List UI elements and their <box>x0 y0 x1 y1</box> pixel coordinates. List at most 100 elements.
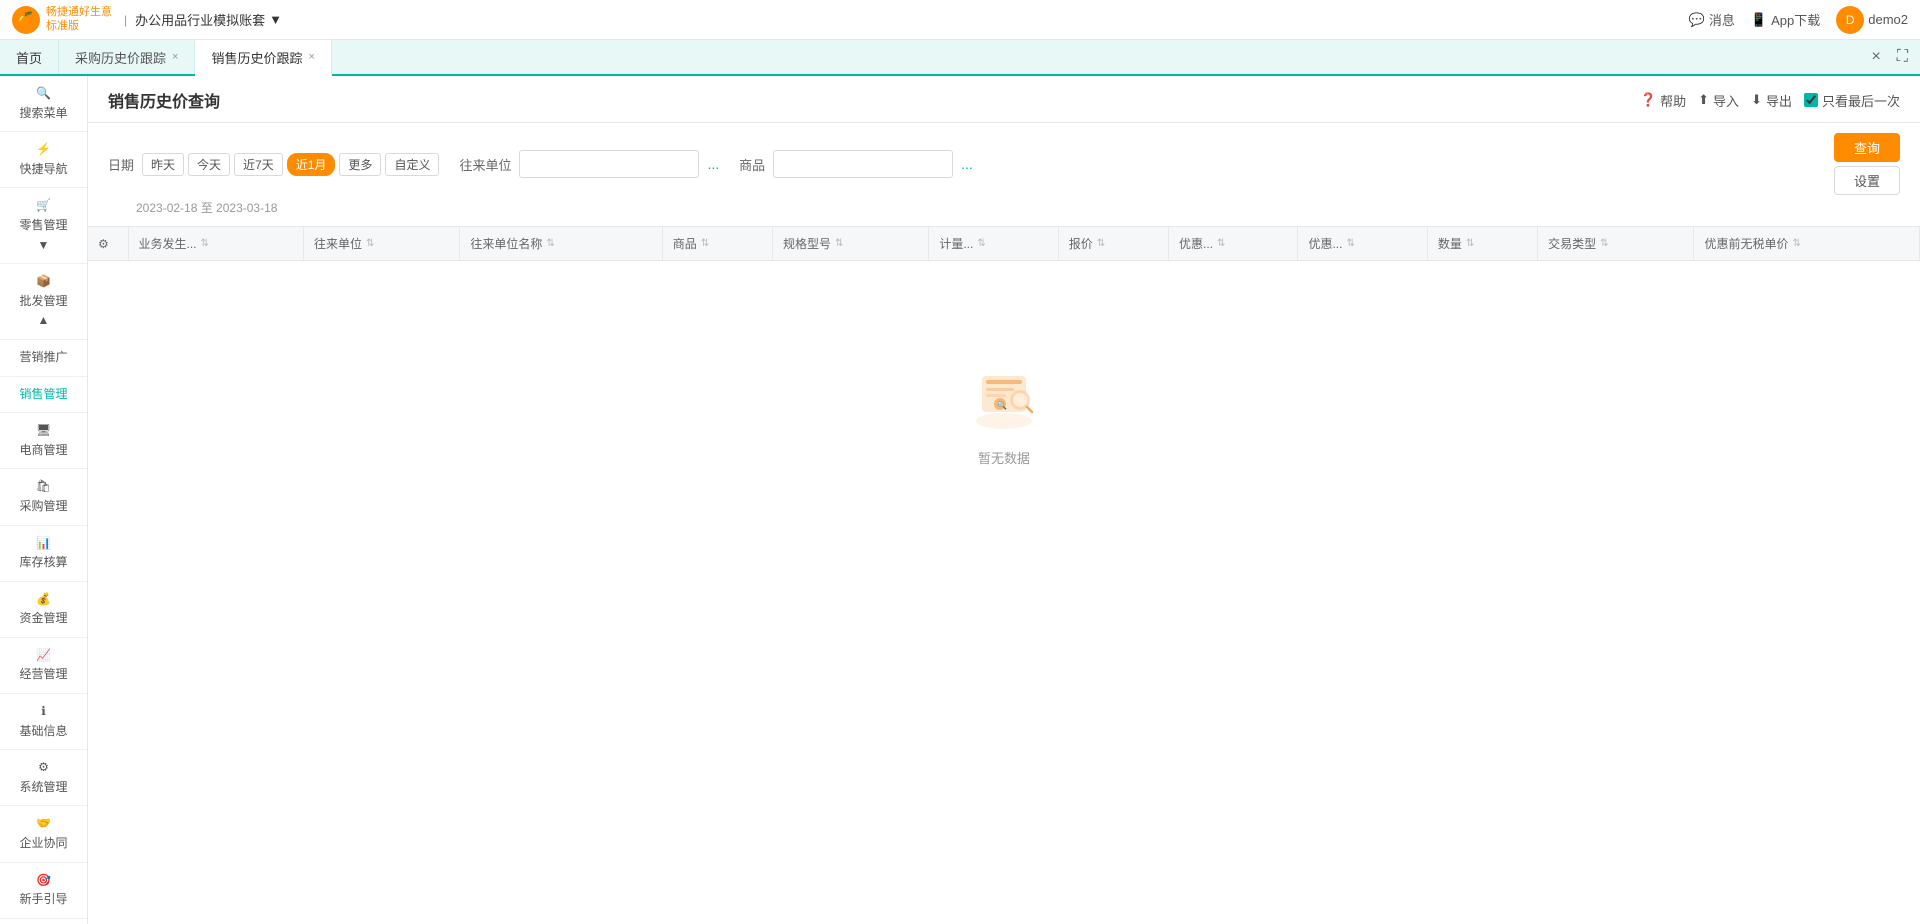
sidebar-item-operations-mgmt[interactable]: 📈 经营管理 <box>0 638 87 694</box>
breadcrumb-dropdown-icon: ▼ <box>269 12 282 27</box>
col-pretax-price-label: 优惠前无税单价 <box>1704 235 1788 252</box>
sidebar-item-retail-mgmt[interactable]: 🛒 零售管理 ▼ <box>0 188 87 264</box>
sidebar-new-guide-label: 新手引导 <box>19 892 67 908</box>
col-trade-type-label: 交易类型 <box>1548 235 1596 252</box>
table-settings-col[interactable]: ⚙ <box>88 227 128 261</box>
product-dots-button[interactable]: ... <box>961 156 973 172</box>
table-col-partner-name[interactable]: 往来单位名称 ⇅ <box>460 227 662 261</box>
table-col-unit[interactable]: 计量... ⇅ <box>929 227 1058 261</box>
sort-discount1-icon: ⇅ <box>1217 238 1225 249</box>
sidebar-item-search-menu[interactable]: 🔍 搜索菜单 <box>0 76 87 132</box>
maximize-button[interactable]: ⛶ <box>1893 46 1912 68</box>
product-input[interactable] <box>773 150 953 178</box>
main-layout: 🔍 搜索菜单 ⚡ 快捷导航 🛒 零售管理 ▼ 📦 批发管理 ▲ 营销推广 销售管… <box>0 76 1920 924</box>
data-table: ⚙ 业务发生... ⇅ 往来单位 ⇅ <box>88 227 1920 261</box>
table-col-discount1[interactable]: 优惠... ⇅ <box>1169 227 1298 261</box>
sidebar-item-sales-mgmt[interactable]: 销售管理 <box>0 377 87 414</box>
operations-mgmt-icon: 📈 <box>36 648 51 664</box>
search-menu-icon: 🔍 <box>36 86 51 102</box>
page-header: 销售历史价查询 ❓ 帮助 ⬆ 导入 ⬇ 导出 <box>88 76 1920 123</box>
empty-state: 🔍 暂无数据 <box>88 261 1920 561</box>
filter-area: 日期 昨天 今天 近7天 近1月 更多 自定义 往来单位 ... <box>88 123 1920 227</box>
table-col-price[interactable]: 报价 ⇅ <box>1058 227 1168 261</box>
sidebar-inventory-label: 库存核算 <box>19 555 67 571</box>
content-area: 销售历史价查询 ❓ 帮助 ⬆ 导入 ⬇ 导出 <box>88 76 1920 924</box>
retail-mgmt-arrow-icon: ▼ <box>38 238 50 254</box>
sidebar-item-system-mgmt[interactable]: ⚙ 系统管理 <box>0 750 87 806</box>
sidebar-item-sales-promo[interactable]: 营销推广 <box>0 340 87 377</box>
sort-pretax-price-icon: ⇅ <box>1792 238 1800 249</box>
sidebar-item-finance-mgmt[interactable]: 💰 资金管理 <box>0 582 87 638</box>
table-col-trade-type[interactable]: 交易类型 ⇅ <box>1538 227 1694 261</box>
table-col-product[interactable]: 商品 ⇅ <box>662 227 772 261</box>
sidebar: 🔍 搜索菜单 ⚡ 快捷导航 🛒 零售管理 ▼ 📦 批发管理 ▲ 营销推广 销售管… <box>0 76 88 924</box>
sidebar-item-ecommerce-mgmt[interactable]: 🖥 电商管理 <box>0 413 87 469</box>
import-button[interactable]: ⬆ 导入 <box>1698 91 1739 110</box>
only-last-checkbox-label[interactable]: 只看最后一次 <box>1804 91 1900 110</box>
sidebar-finance-mgmt-label: 资金管理 <box>19 611 67 627</box>
import-label: 导入 <box>1713 91 1739 110</box>
app-download-button[interactable]: 📱 App下载 <box>1751 10 1820 29</box>
sidebar-enterprise-collab-label: 企业协同 <box>19 836 67 852</box>
only-last-checkbox[interactable] <box>1804 93 1818 107</box>
partner-filter-label: 往来单位 <box>459 155 511 174</box>
sidebar-item-basic-info[interactable]: ℹ 基础信息 <box>0 694 87 750</box>
date-btn-last7[interactable]: 近7天 <box>234 153 283 176</box>
breadcrumb-selector[interactable]: 办公用品行业模拟账套 ▼ <box>135 10 282 29</box>
tab-sales-history-label: 销售历史价跟踪 <box>211 48 302 67</box>
help-icon: ❓ <box>1640 92 1656 108</box>
logo-icon: 🍊 <box>12 6 40 34</box>
date-range-display: 2023-02-18 至 2023-03-18 <box>136 201 277 215</box>
date-btn-today[interactable]: 今天 <box>188 153 230 176</box>
tab-purchase-history[interactable]: 采购历史价跟踪 × <box>59 40 195 74</box>
close-all-tabs-button[interactable]: × <box>1867 46 1884 68</box>
sidebar-item-inventory[interactable]: 📊 库存核算 <box>0 526 87 582</box>
sidebar-basic-info-label: 基础信息 <box>19 724 67 740</box>
svg-text:🔍: 🔍 <box>997 400 1007 410</box>
sidebar-ecommerce-mgmt-label: 电商管理 <box>19 443 67 459</box>
partner-dots-button[interactable]: ... <box>707 156 719 172</box>
tab-purchase-history-close[interactable]: × <box>172 52 178 63</box>
table-col-partner-code[interactable]: 往来单位 ⇅ <box>304 227 460 261</box>
tab-purchase-history-label: 采购历史价跟踪 <box>75 48 166 67</box>
date-btn-yesterday[interactable]: 昨天 <box>142 153 184 176</box>
export-icon: ⬇ <box>1751 92 1762 108</box>
sidebar-retail-mgmt-label: 零售管理 <box>19 218 67 234</box>
tab-sales-history[interactable]: 销售历史价跟踪 × <box>195 40 331 76</box>
sidebar-item-new-guide[interactable]: 🎯 新手引导 <box>0 863 87 919</box>
sidebar-item-purchase-mgmt[interactable]: 🛍 采购管理 <box>0 469 87 525</box>
page-title-row: 销售历史价查询 ❓ 帮助 ⬆ 导入 ⬇ 导出 <box>108 88 1900 112</box>
settings-button[interactable]: 设置 <box>1834 166 1900 195</box>
date-btn-last1m[interactable]: 近1月 <box>287 153 336 176</box>
sidebar-item-quick-nav[interactable]: ⚡ 快捷导航 <box>0 132 87 188</box>
tab-sales-history-close[interactable]: × <box>308 52 314 63</box>
enterprise-collab-icon: 🤝 <box>36 816 51 832</box>
finance-mgmt-icon: 💰 <box>36 592 51 608</box>
sidebar-item-app-center[interactable]: 📱 应用中心 <box>0 919 87 924</box>
partner-input[interactable] <box>519 150 699 178</box>
product-filter-label: 商品 <box>739 155 765 174</box>
basic-info-icon: ℹ <box>41 704 46 720</box>
table-col-spec[interactable]: 规格型号 ⇅ <box>773 227 929 261</box>
tab-home[interactable]: 首页 <box>0 40 59 74</box>
message-button[interactable]: 💬 消息 <box>1689 10 1735 29</box>
help-button[interactable]: ❓ 帮助 <box>1640 91 1686 110</box>
sidebar-item-wholesale-mgmt[interactable]: 📦 批发管理 ▲ <box>0 264 87 340</box>
sidebar-item-enterprise-collab[interactable]: 🤝 企业协同 <box>0 806 87 862</box>
query-button[interactable]: 查询 <box>1834 133 1900 162</box>
date-buttons: 昨天 今天 近7天 近1月 更多 自定义 <box>142 153 439 176</box>
col-discount2-label: 优惠... <box>1308 235 1342 252</box>
table-col-discount2[interactable]: 优惠... ⇅ <box>1298 227 1427 261</box>
export-button[interactable]: ⬇ 导出 <box>1751 91 1792 110</box>
table-col-biz-date[interactable]: 业务发生... ⇅ <box>128 227 304 261</box>
sidebar-quick-nav-label: 快捷导航 <box>19 162 67 178</box>
empty-text: 暂无数据 <box>978 448 1030 467</box>
date-btn-custom[interactable]: 自定义 <box>385 153 439 176</box>
help-label: 帮助 <box>1660 91 1686 110</box>
table-col-qty[interactable]: 数量 ⇅ <box>1427 227 1537 261</box>
user-profile[interactable]: D demo2 <box>1836 6 1908 34</box>
sort-product-icon: ⇅ <box>701 238 709 249</box>
table-col-pretax-price[interactable]: 优惠前无税单价 ⇅ <box>1694 227 1920 261</box>
date-btn-more[interactable]: 更多 <box>339 153 381 176</box>
breadcrumb-text: 办公用品行业模拟账套 <box>135 10 265 29</box>
